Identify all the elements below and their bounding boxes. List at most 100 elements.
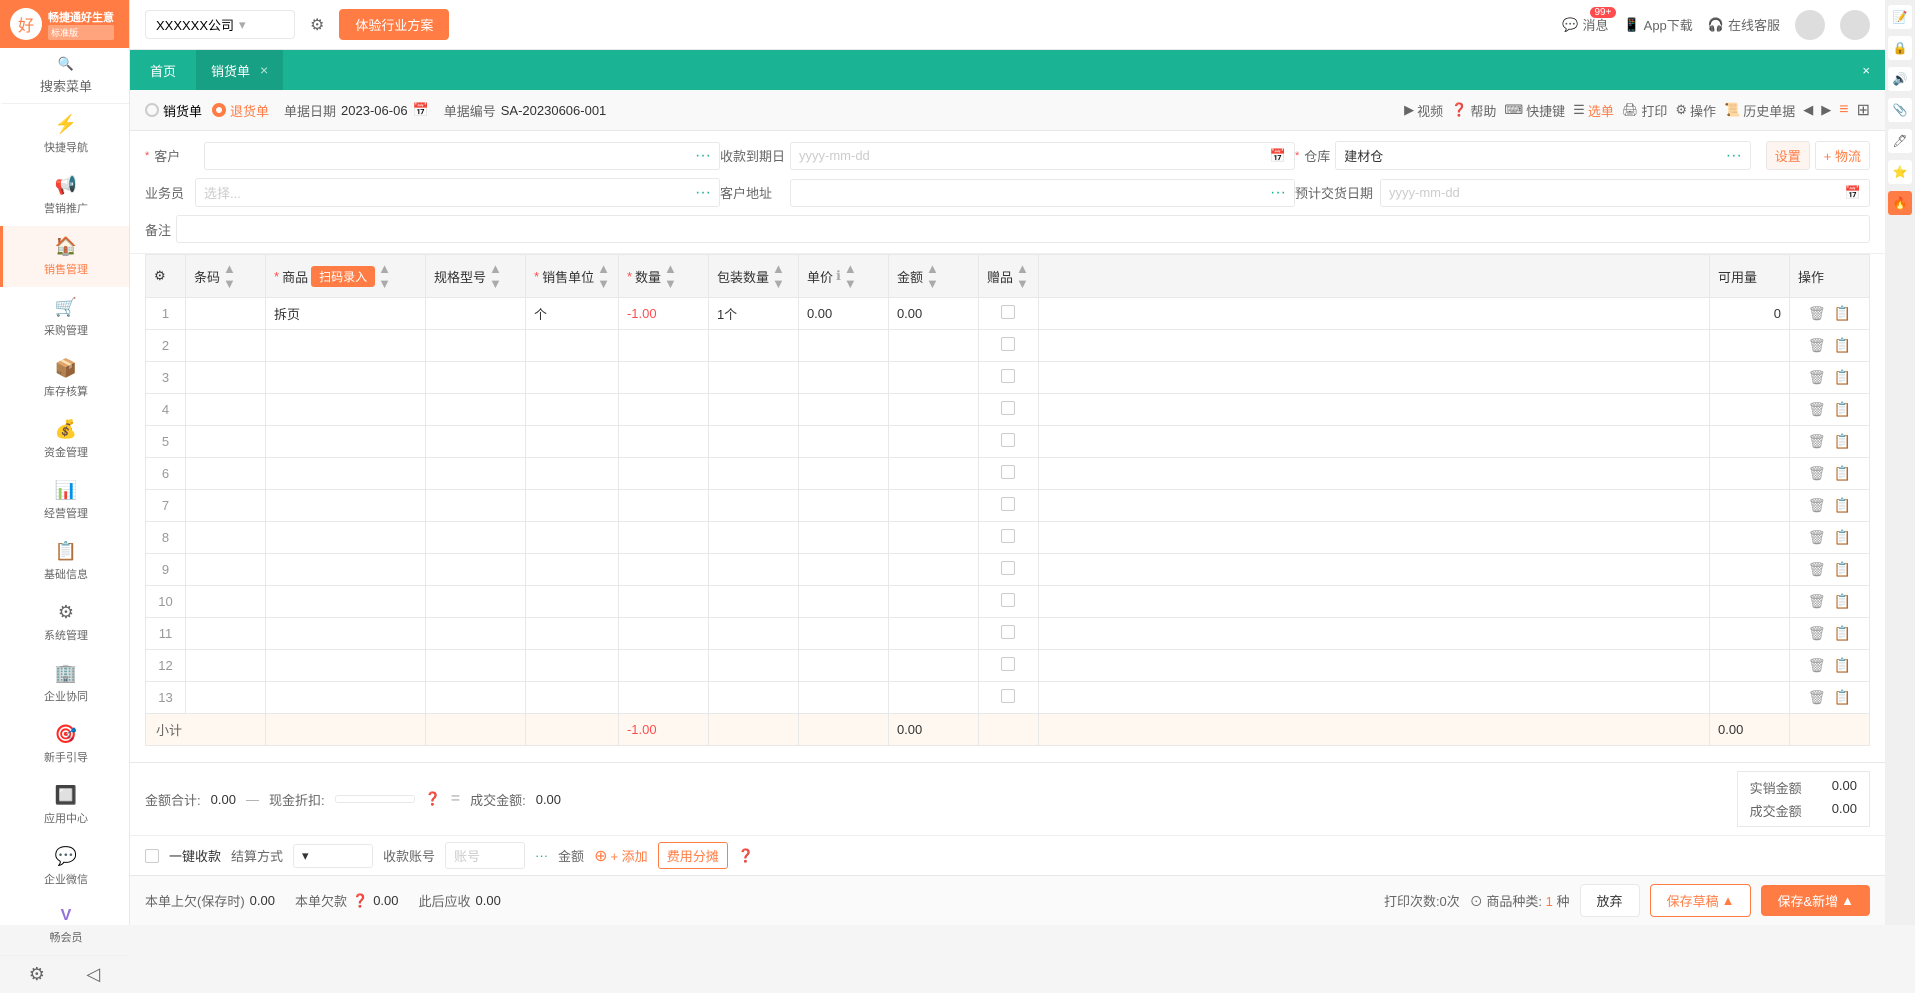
row-pkg[interactable] (708, 682, 798, 714)
user-avatar[interactable] (1795, 10, 1825, 40)
expense-help-icon[interactable]: ❓ (738, 848, 754, 864)
row-qty[interactable] (618, 490, 708, 522)
sidebar-item-system[interactable]: ⚙ 系统管理 (0, 592, 129, 653)
tab-sales-order[interactable]: 销货单 × (196, 50, 283, 90)
row-product[interactable]: 拆页 (266, 298, 426, 330)
row-amount[interactable] (888, 458, 978, 490)
row-qty[interactable] (618, 650, 708, 682)
warehouse-dots[interactable]: ··· (1726, 147, 1742, 165)
row-price[interactable] (798, 458, 888, 490)
row-amount[interactable] (888, 362, 978, 394)
sidebar-search[interactable]: 🔍 搜索菜单 (0, 48, 129, 104)
row-amount[interactable]: 0.00 (888, 298, 978, 330)
row-price[interactable] (798, 554, 888, 586)
row-barcode[interactable] (186, 586, 266, 618)
tab-home[interactable]: 首页 (130, 50, 196, 90)
delete-icon[interactable]: 🗑 (1808, 497, 1826, 514)
sidebar-item-inventory[interactable]: 📦 库存核算 (0, 348, 129, 409)
sort-barcode[interactable]: ▲▼ (223, 261, 236, 291)
topbar-settings-icon[interactable]: ⚙ (310, 15, 324, 35)
row-pkg[interactable] (708, 490, 798, 522)
row-spec[interactable] (426, 650, 526, 682)
abandon-button[interactable]: 放弃 (1580, 884, 1640, 917)
row-gift[interactable] (978, 330, 1038, 362)
copy-icon[interactable]: 📋 (1834, 337, 1851, 354)
help-tool[interactable]: ❓ 帮助 (1451, 101, 1496, 120)
right-panel-icon-6[interactable]: ⭐ (1888, 160, 1912, 184)
select-tool[interactable]: ☰ 选单 (1573, 101, 1614, 120)
row-barcode[interactable] (186, 298, 266, 330)
nav-prev-icon[interactable]: ◀ (1803, 102, 1813, 118)
row-product[interactable] (266, 490, 426, 522)
row-gift[interactable] (978, 362, 1038, 394)
row-product[interactable] (266, 650, 426, 682)
delete-icon[interactable]: 🗑 (1808, 337, 1826, 354)
delete-icon[interactable]: 🗑 (1808, 401, 1826, 418)
row-gift[interactable] (978, 458, 1038, 490)
tab-close-all[interactable]: × (1847, 50, 1885, 90)
row-qty[interactable]: -1.00 (618, 298, 708, 330)
row-product[interactable] (266, 458, 426, 490)
row-product[interactable] (266, 554, 426, 586)
row-spec[interactable] (426, 490, 526, 522)
history-tool[interactable]: 📜 历史单据 (1724, 101, 1795, 120)
copy-icon[interactable]: 📋 (1834, 465, 1851, 482)
row-pkg[interactable]: 1个 (708, 298, 798, 330)
row-qty[interactable] (618, 554, 708, 586)
row-product[interactable] (266, 426, 426, 458)
sidebar-item-wxwork[interactable]: 💬 企业微信 (0, 836, 129, 897)
copy-icon[interactable]: 📋 (1834, 689, 1851, 706)
row-barcode[interactable] (186, 682, 266, 714)
row-qty[interactable] (618, 426, 708, 458)
row-unit[interactable] (526, 650, 619, 682)
row-gift[interactable] (978, 586, 1038, 618)
row-product[interactable] (266, 394, 426, 426)
row-spec[interactable] (426, 618, 526, 650)
row-price[interactable] (798, 682, 888, 714)
nav-next-icon[interactable]: ▶ (1821, 102, 1831, 118)
copy-icon[interactable]: 📋 (1834, 401, 1851, 418)
account-input[interactable]: 账号 (445, 842, 525, 869)
print-tool[interactable]: 🖨 打印 (1622, 101, 1668, 120)
row-unit[interactable] (526, 362, 619, 394)
row-unit[interactable] (526, 458, 619, 490)
row-price[interactable] (798, 330, 888, 362)
copy-icon[interactable]: 📋 (1834, 497, 1851, 514)
sidebar-item-member[interactable]: V 畅会员 (0, 897, 129, 955)
copy-icon[interactable]: 📋 (1834, 625, 1851, 642)
sort-pkg[interactable]: ▲▼ (772, 261, 785, 291)
row-barcode[interactable] (186, 554, 266, 586)
row-product[interactable] (266, 330, 426, 362)
delete-icon[interactable]: 🗑 (1808, 689, 1826, 706)
row-barcode[interactable] (186, 394, 266, 426)
row-pkg[interactable] (708, 394, 798, 426)
row-unit[interactable] (526, 586, 619, 618)
row-spec[interactable] (426, 426, 526, 458)
cash-discount-input[interactable] (335, 795, 415, 803)
row-price[interactable] (798, 618, 888, 650)
row-qty[interactable] (618, 618, 708, 650)
copy-icon[interactable]: 📋 (1834, 657, 1851, 674)
salesman-input[interactable]: 选择... ··· (195, 178, 720, 207)
right-panel-icon-7[interactable]: 🔥 (1888, 191, 1912, 215)
row-pkg[interactable] (708, 586, 798, 618)
row-gift[interactable] (978, 682, 1038, 714)
list-view-icon[interactable]: ≡ (1839, 101, 1848, 119)
right-panel-icon-5[interactable]: 🖊 (1888, 129, 1912, 153)
shortcut-tool[interactable]: ⌨ 快捷键 (1504, 101, 1565, 120)
row-pkg[interactable] (708, 554, 798, 586)
payment-dots[interactable]: ··· (535, 848, 548, 863)
row-price[interactable] (798, 362, 888, 394)
video-tool[interactable]: ▶ 视频 (1404, 101, 1443, 120)
row-gift[interactable] (978, 490, 1038, 522)
row-unit[interactable] (526, 554, 619, 586)
online-service-button[interactable]: 🎧 在线客服 (1708, 15, 1780, 34)
row-product[interactable] (266, 682, 426, 714)
company-selector[interactable]: XXXXXX公司 ▾ (145, 10, 295, 39)
row-barcode[interactable] (186, 650, 266, 682)
row-spec[interactable] (426, 586, 526, 618)
right-panel-icon-1[interactable]: 📝 (1888, 5, 1912, 29)
row-barcode[interactable] (186, 362, 266, 394)
row-amount[interactable] (888, 522, 978, 554)
row-barcode[interactable] (186, 426, 266, 458)
